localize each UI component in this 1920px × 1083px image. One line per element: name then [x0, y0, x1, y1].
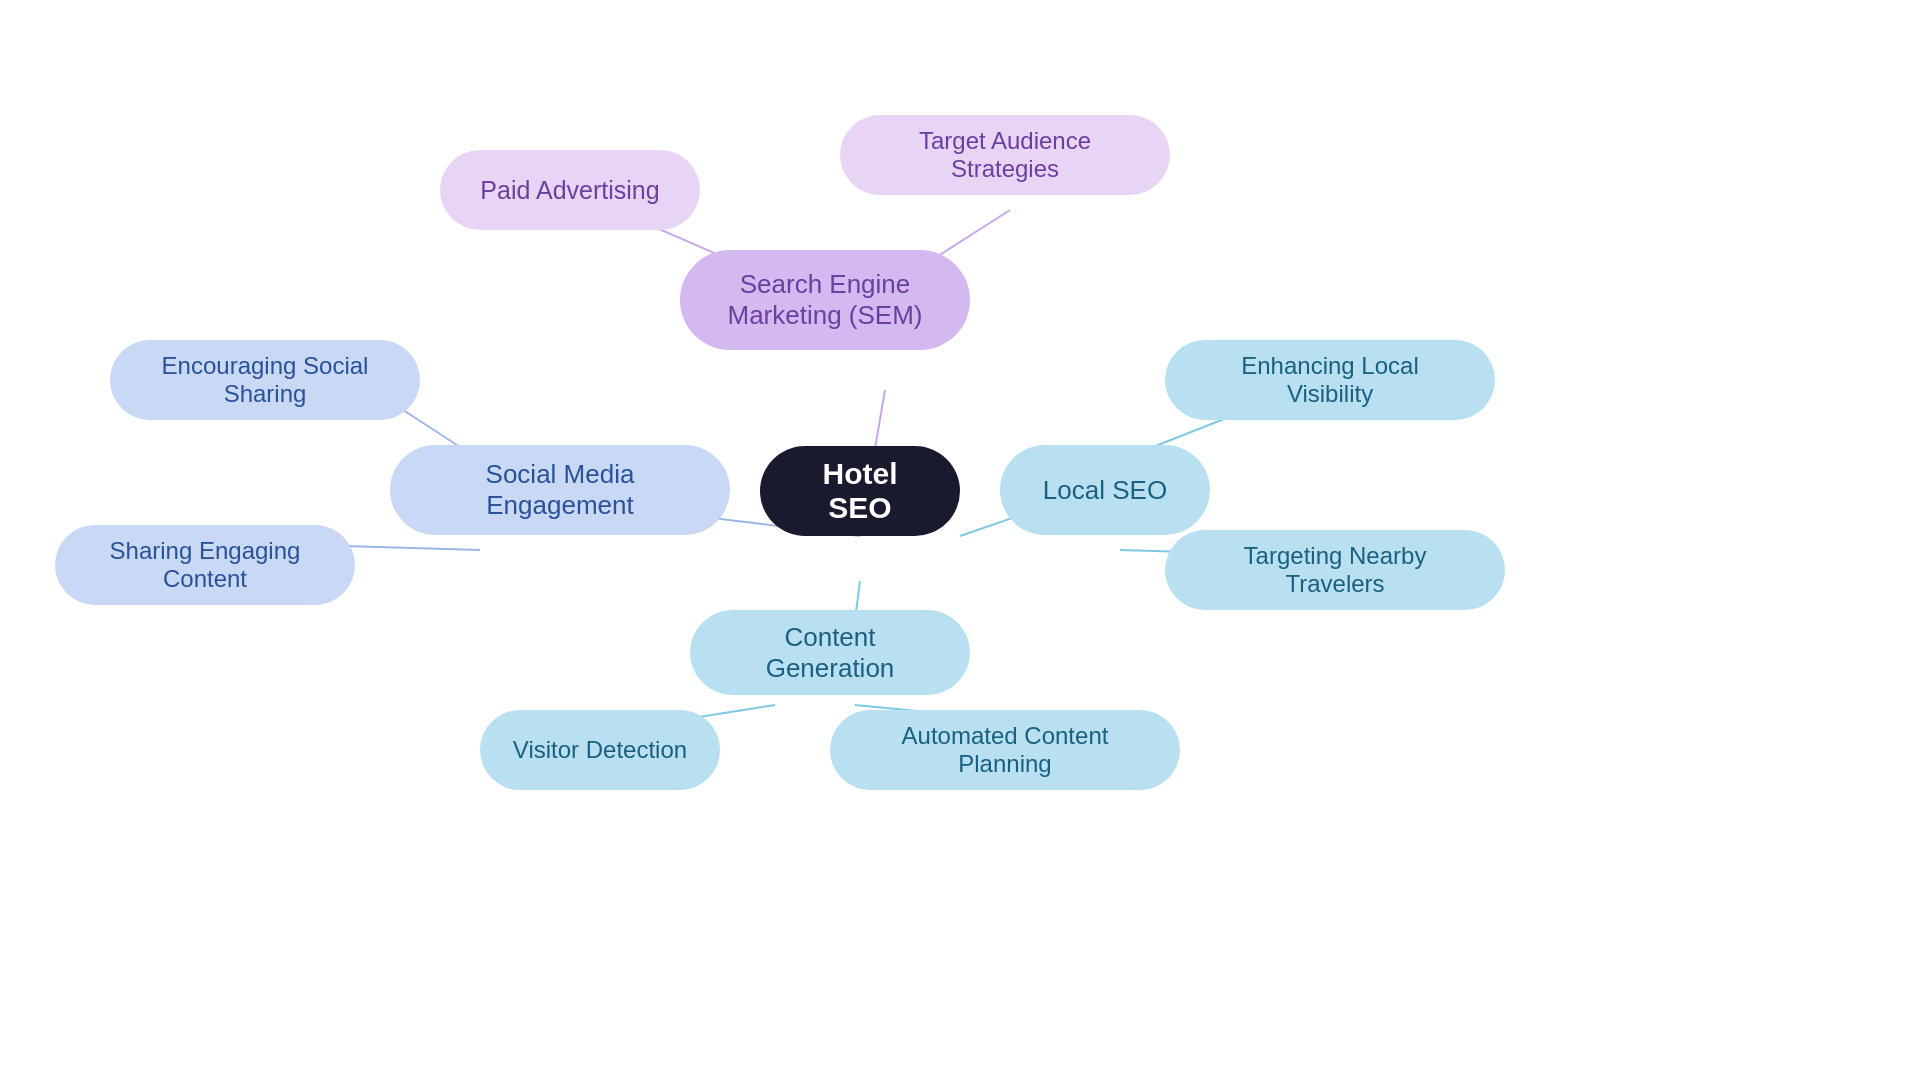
- center-label: Hotel SEO: [792, 457, 928, 525]
- enhancing-visibility-node: Enhancing Local Visibility: [1165, 340, 1495, 420]
- social-media-label: Social Media Engagement: [422, 459, 698, 521]
- automated-content-node: Automated Content Planning: [830, 710, 1180, 790]
- visitor-detection-node: Visitor Detection: [480, 710, 720, 790]
- social-media-node: Social Media Engagement: [390, 445, 730, 535]
- targeting-travelers-node: Targeting Nearby Travelers: [1165, 530, 1505, 610]
- content-gen-node: Content Generation: [690, 610, 970, 695]
- local-seo-label: Local SEO: [1043, 475, 1167, 506]
- local-seo-node: Local SEO: [1000, 445, 1210, 535]
- sharing-content-label: Sharing Engaging Content: [87, 537, 323, 593]
- encouraging-social-label: Encouraging Social Sharing: [142, 352, 388, 408]
- target-audience-label: Target Audience Strategies: [872, 127, 1138, 183]
- target-audience-node: Target Audience Strategies: [840, 115, 1170, 195]
- paid-advertising-label: Paid Advertising: [480, 176, 659, 205]
- automated-content-label: Automated Content Planning: [862, 722, 1148, 778]
- encouraging-social-node: Encouraging Social Sharing: [110, 340, 420, 420]
- sharing-content-node: Sharing Engaging Content: [55, 525, 355, 605]
- enhancing-visibility-label: Enhancing Local Visibility: [1197, 352, 1463, 408]
- paid-advertising-node: Paid Advertising: [440, 150, 700, 230]
- sem-label: Search Engine Marketing (SEM): [712, 269, 938, 331]
- sem-node: Search Engine Marketing (SEM): [680, 250, 970, 350]
- center-node: Hotel SEO: [760, 446, 960, 536]
- visitor-detection-label: Visitor Detection: [513, 736, 687, 764]
- content-gen-label: Content Generation: [722, 622, 938, 684]
- targeting-travelers-label: Targeting Nearby Travelers: [1197, 542, 1473, 598]
